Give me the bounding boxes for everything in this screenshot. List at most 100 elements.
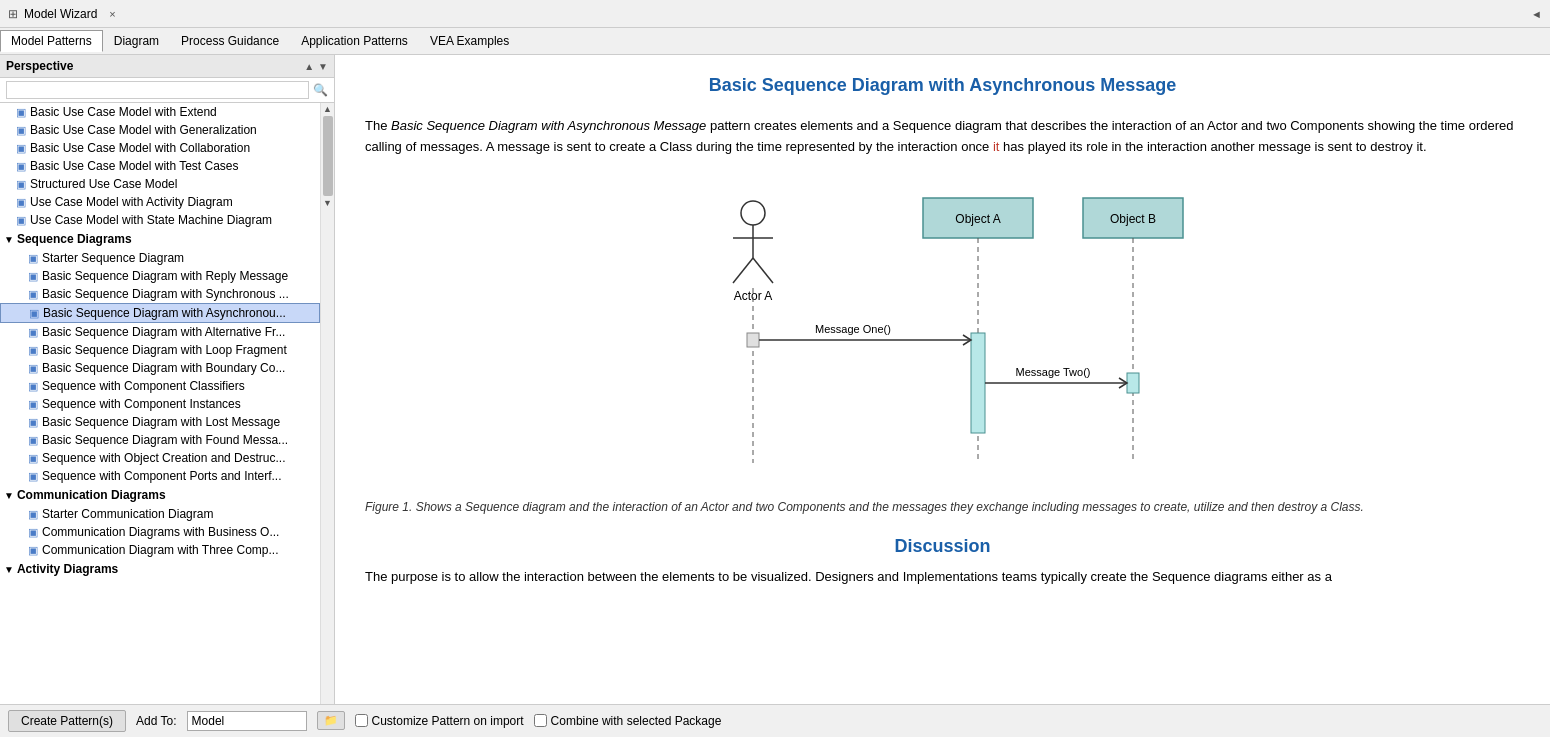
combine-text: Combine with selected Package [551, 714, 722, 728]
window-title: Model Wizard [24, 7, 97, 21]
sequence-diagram: Actor A Object A Object B [693, 178, 1193, 478]
combine-checkbox[interactable] [534, 714, 547, 727]
diagram-icon: ▣ [16, 106, 26, 119]
svg-line-3 [733, 258, 753, 283]
left-panel-scrollbar: ▲ ▼ [320, 103, 334, 704]
item-label: Basic Sequence Diagram with Loop Fragmen… [42, 343, 287, 357]
window-collapse-button[interactable]: ◄ [1531, 8, 1542, 20]
menu-process-guidance[interactable]: Process Guidance [170, 30, 290, 52]
right-panel: Basic Sequence Diagram with Asynchronous… [335, 55, 1550, 704]
object-b-label: Object B [1109, 212, 1155, 226]
list-item[interactable]: ▣ Sequence with Component Instances [0, 395, 320, 413]
item-label: Communication Diagrams with Business O..… [42, 525, 279, 539]
highlight-text: it [993, 139, 1000, 154]
left-scrollbar-thumb[interactable] [323, 116, 333, 196]
scroll-up-button[interactable]: ▲ [304, 61, 314, 72]
list-item[interactable]: ▣ Use Case Model with State Machine Diag… [0, 211, 320, 229]
item-label: Starter Sequence Diagram [42, 251, 184, 265]
item-label: Starter Communication Diagram [42, 507, 213, 521]
list-item[interactable]: ▣ Basic Use Case Model with Collaboratio… [0, 139, 320, 157]
list-item[interactable]: ▣ Use Case Model with Activity Diagram [0, 193, 320, 211]
menu-diagram[interactable]: Diagram [103, 30, 170, 52]
list-item[interactable]: ▣ Communication Diagram with Three Comp.… [0, 541, 320, 559]
diagram-icon: ▣ [28, 326, 38, 339]
list-item[interactable]: ▣ Basic Sequence Diagram with Synchronou… [0, 285, 320, 303]
list-item[interactable]: ▣ Basic Sequence Diagram with Alternativ… [0, 323, 320, 341]
main-layout: Perspective ▲ ▼ 🔍 ▣ Basic Use Case Model… [0, 55, 1550, 704]
window-close-button[interactable]: × [105, 7, 119, 21]
create-patterns-button[interactable]: Create Pattern(s) [8, 710, 126, 732]
list-item[interactable]: ▣ Basic Sequence Diagram with Boundary C… [0, 359, 320, 377]
sequence-diagrams-group[interactable]: ▼ Sequence Diagrams [0, 229, 320, 249]
diagram-icon: ▣ [16, 196, 26, 209]
diagram-icon: ▣ [16, 214, 26, 227]
diagram-icon: ▣ [28, 380, 38, 393]
scroll-down-button[interactable]: ▼ [318, 61, 328, 72]
list-item[interactable]: ▣ Starter Sequence Diagram [0, 249, 320, 267]
item-label: Use Case Model with Activity Diagram [30, 195, 233, 209]
item-label: Basic Sequence Diagram with Asynchronou.… [43, 306, 286, 320]
object-a-label: Object A [955, 212, 1000, 226]
add-to-input[interactable] [187, 711, 307, 731]
svg-rect-11 [1127, 373, 1139, 393]
list-item[interactable]: ▣ Basic Sequence Diagram with Reply Mess… [0, 267, 320, 285]
list-item[interactable]: ▣ Structured Use Case Model [0, 175, 320, 193]
activity-diagrams-group[interactable]: ▼ Activity Diagrams [0, 559, 320, 579]
diagram-icon: ▣ [28, 508, 38, 521]
discussion-body: The purpose is to allow the interaction … [365, 567, 1520, 588]
diagram-container: Actor A Object A Object B [365, 178, 1520, 478]
list-item[interactable]: ▣ Basic Use Case Model with Test Cases [0, 157, 320, 175]
item-label: Basic Sequence Diagram with Lost Message [42, 415, 280, 429]
diagram-icon: ▣ [16, 178, 26, 191]
left-panel: Perspective ▲ ▼ 🔍 ▣ Basic Use Case Model… [0, 55, 335, 704]
search-input[interactable] [6, 81, 309, 99]
combine-label[interactable]: Combine with selected Package [534, 714, 722, 728]
communication-diagrams-group[interactable]: ▼ Communication Diagrams [0, 485, 320, 505]
diagram-icon: ▣ [28, 416, 38, 429]
menu-application-patterns[interactable]: Application Patterns [290, 30, 419, 52]
italic-phrase: Basic Sequence Diagram with Asynchronous… [391, 118, 706, 133]
search-icon: 🔍 [313, 83, 328, 97]
list-item[interactable]: ▣ Basic Sequence Diagram with Loop Fragm… [0, 341, 320, 359]
menu-model-patterns[interactable]: Model Patterns [0, 30, 103, 52]
group-toggle-icon: ▼ [4, 564, 14, 575]
list-item[interactable]: ▣ Sequence with Component Classifiers [0, 377, 320, 395]
menu-vea-examples[interactable]: VEA Examples [419, 30, 520, 52]
diagram-icon: ▣ [16, 160, 26, 173]
customize-text: Customize Pattern on import [372, 714, 524, 728]
item-label: Basic Sequence Diagram with Reply Messag… [42, 269, 288, 283]
diagram-icon: ▣ [16, 124, 26, 137]
list-item[interactable]: ▣ Sequence with Component Ports and Inte… [0, 467, 320, 485]
left-panel-header: Perspective ▲ ▼ [0, 55, 334, 78]
list-item-selected[interactable]: ▣ Basic Sequence Diagram with Asynchrono… [0, 303, 320, 323]
list-item[interactable]: ▣ Communication Diagrams with Business O… [0, 523, 320, 541]
group-toggle-icon: ▼ [4, 490, 14, 501]
diagram-icon: ▣ [28, 434, 38, 447]
search-bar: 🔍 [0, 78, 334, 103]
add-to-label: Add To: [136, 714, 176, 728]
diagram-icon: ▣ [28, 270, 38, 283]
diagram-icon: ▣ [28, 544, 38, 557]
menubar: Model Patterns Diagram Process Guidance … [0, 28, 1550, 55]
message-two-label: Message Two() [1015, 366, 1090, 378]
browse-folder-button[interactable]: 📁 [317, 711, 345, 730]
perspective-label: Perspective [6, 59, 73, 73]
content-body: The Basic Sequence Diagram with Asynchro… [365, 116, 1520, 158]
diagram-icon: ▣ [29, 307, 39, 320]
list-item[interactable]: ▣ Starter Communication Diagram [0, 505, 320, 523]
list-item[interactable]: ▣ Basic Sequence Diagram with Found Mess… [0, 431, 320, 449]
list-item[interactable]: ▣ Basic Use Case Model with Extend [0, 103, 320, 121]
diagram-icon: ▣ [28, 452, 38, 465]
diagram-icon: ▣ [28, 344, 38, 357]
left-scrollbar-up-button[interactable]: ▲ [322, 103, 333, 115]
list-item[interactable]: ▣ Basic Use Case Model with Generalizati… [0, 121, 320, 139]
customize-checkbox[interactable] [355, 714, 368, 727]
item-label: Basic Use Case Model with Collaboration [30, 141, 250, 155]
discussion-title: Discussion [365, 536, 1520, 557]
list-item[interactable]: ▣ Basic Sequence Diagram with Lost Messa… [0, 413, 320, 431]
list-item[interactable]: ▣ Sequence with Object Creation and Dest… [0, 449, 320, 467]
left-scrollbar-down-button[interactable]: ▼ [322, 197, 333, 209]
item-label: Communication Diagram with Three Comp... [42, 543, 279, 557]
item-label: Use Case Model with State Machine Diagra… [30, 213, 272, 227]
customize-label[interactable]: Customize Pattern on import [355, 714, 524, 728]
